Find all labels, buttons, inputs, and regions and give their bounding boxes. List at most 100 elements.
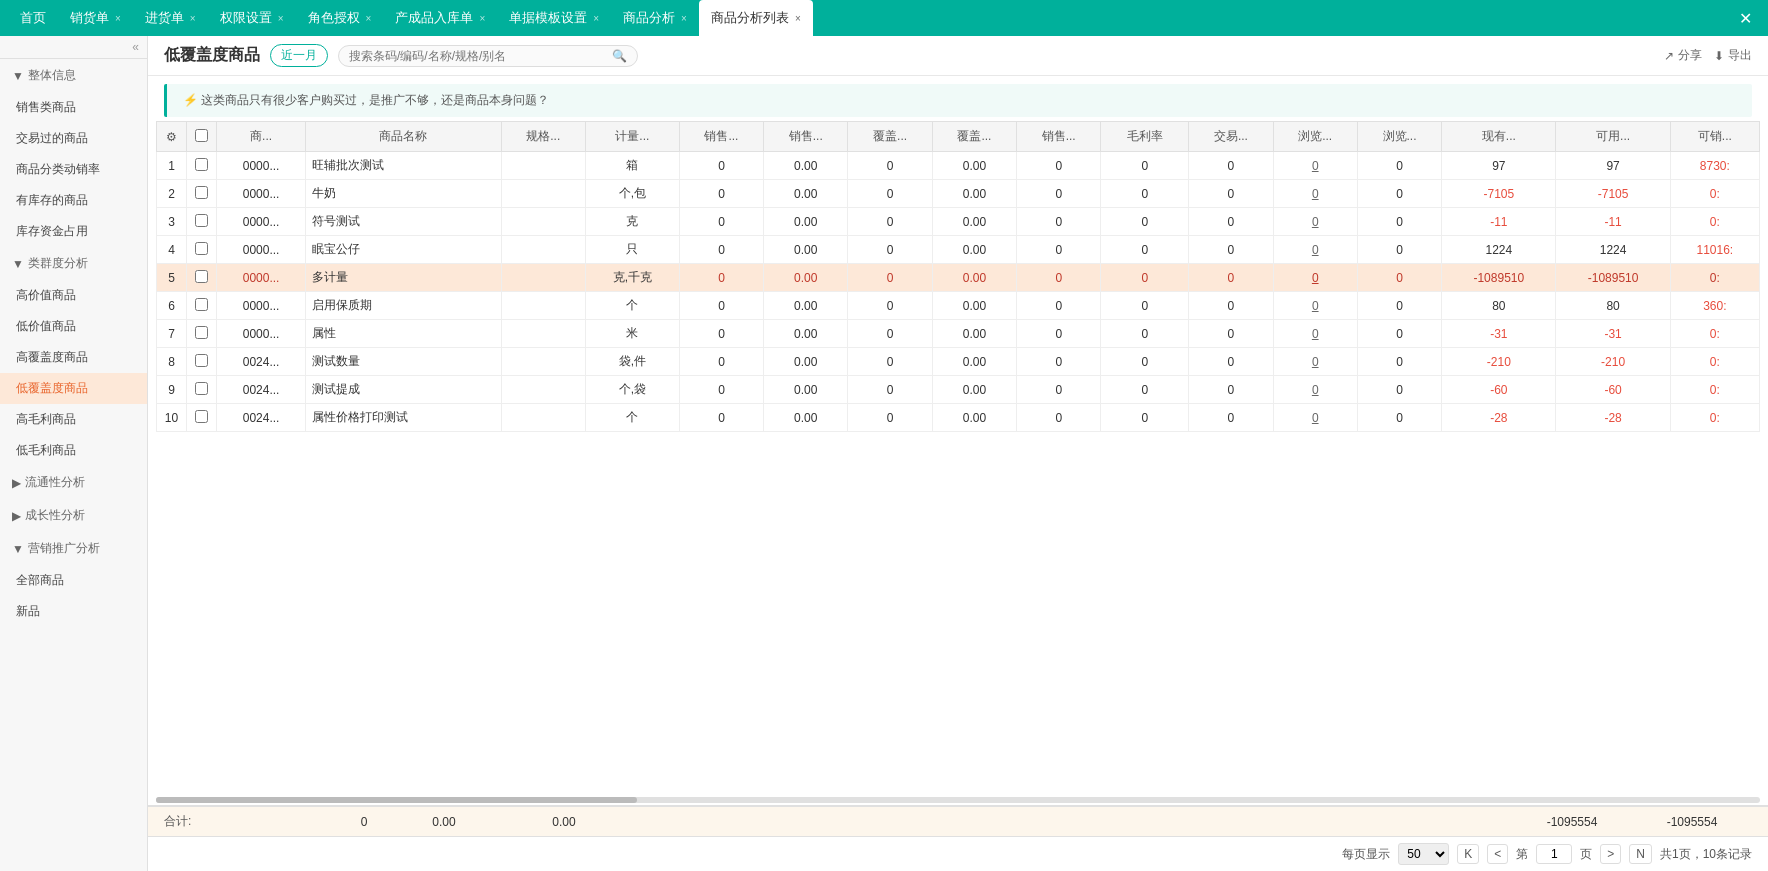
close-icon[interactable]: ×: [795, 13, 801, 24]
nav-tab-home[interactable]: 首页: [8, 0, 58, 36]
table-cell: 0: [1101, 404, 1189, 432]
page-size-select[interactable]: 50 20 100: [1398, 843, 1449, 865]
scrollbar-thumb[interactable]: [156, 797, 637, 803]
row-checkbox[interactable]: [195, 270, 208, 283]
sidebar-item-high-coverage[interactable]: 高覆盖度商品: [0, 342, 147, 373]
search-input[interactable]: [349, 49, 606, 63]
row-checkbox[interactable]: [195, 326, 208, 339]
close-icon[interactable]: ×: [593, 13, 599, 24]
close-icon[interactable]: ×: [366, 13, 372, 24]
table-cell: [187, 208, 217, 236]
sidebar-item-stock-goods[interactable]: 有库存的商品: [0, 185, 147, 216]
row-checkbox[interactable]: [195, 382, 208, 395]
table-cell: 个: [585, 292, 679, 320]
row-checkbox[interactable]: [195, 354, 208, 367]
sidebar-section-circulation[interactable]: ▶ 流通性分析: [0, 466, 147, 499]
table-cell[interactable]: 0: [1273, 320, 1357, 348]
sidebar-item-low-value[interactable]: 低价值商品: [0, 311, 147, 342]
sidebar-item-category-sales-rate[interactable]: 商品分类动销率: [0, 154, 147, 185]
col-checkbox-all[interactable]: [187, 122, 217, 152]
sidebar-item-stock-fund[interactable]: 库存资金占用: [0, 216, 147, 247]
table-cell[interactable]: 0: [1273, 180, 1357, 208]
table-row[interactable]: 10000...旺辅批次测试箱00.0000.000000097978730:: [157, 152, 1760, 180]
nav-tab-template[interactable]: 单据模板设置 ×: [497, 0, 611, 36]
sidebar-item-traded-goods[interactable]: 交易过的商品: [0, 123, 147, 154]
sidebar-section-growth[interactable]: ▶ 成长性分析: [0, 499, 147, 532]
table-cell: 8730:: [1670, 152, 1759, 180]
nav-tab-roles[interactable]: 角色授权 ×: [296, 0, 384, 36]
close-icon[interactable]: ×: [115, 13, 121, 24]
export-button[interactable]: ⬇ 导出: [1714, 47, 1752, 64]
prev-page-button[interactable]: <: [1487, 844, 1508, 864]
close-icon[interactable]: ×: [190, 13, 196, 24]
row-checkbox[interactable]: [195, 214, 208, 227]
table-cell: 0.00: [932, 348, 1016, 376]
sidebar-item-high-margin[interactable]: 高毛利商品: [0, 404, 147, 435]
sidebar-item-new-goods[interactable]: 新品: [0, 596, 147, 627]
table-cell: 0: [848, 208, 932, 236]
sidebar-section-overall[interactable]: ▼ 整体信息: [0, 59, 147, 92]
table-cell: 0.00: [764, 236, 848, 264]
table-container[interactable]: ⚙ 商... 商品名称 规格... 计量... 销售... 销售... 覆盖..…: [148, 121, 1768, 795]
table-cell[interactable]: 0: [1273, 376, 1357, 404]
table-row[interactable]: 20000...牛奶个,包00.0000.0000000-7105-71050:: [157, 180, 1760, 208]
table-cell: 0: [1101, 152, 1189, 180]
sidebar-section-marketing[interactable]: ▼ 营销推广分析: [0, 532, 147, 565]
table-cell: 个,包: [585, 180, 679, 208]
sidebar-item-high-value[interactable]: 高价值商品: [0, 280, 147, 311]
nav-tab-sales[interactable]: 销货单 ×: [58, 0, 133, 36]
table-row[interactable]: 50000...多计量克,千克00.0000.0000000-1089510-1…: [157, 264, 1760, 292]
page-number-input[interactable]: [1536, 844, 1572, 864]
window-close-button[interactable]: ✕: [1731, 9, 1760, 28]
row-checkbox[interactable]: [195, 242, 208, 255]
last-page-button[interactable]: N: [1629, 844, 1652, 864]
table-cell: 0: [1357, 236, 1441, 264]
table-row[interactable]: 80024...测试数量袋,件00.0000.0000000-210-2100:: [157, 348, 1760, 376]
date-filter-button[interactable]: 近一月: [270, 44, 328, 67]
next-page-button[interactable]: >: [1600, 844, 1621, 864]
pagination-bar: 每页显示 50 20 100 K < 第 页 > N 共1页，10条记录: [148, 836, 1768, 871]
col-settings[interactable]: ⚙: [157, 122, 187, 152]
table-cell: 牛奶: [306, 180, 501, 208]
table-cell[interactable]: 0: [1273, 404, 1357, 432]
table-cell[interactable]: 0: [1273, 236, 1357, 264]
sidebar-item-sales-goods[interactable]: 销售类商品: [0, 92, 147, 123]
table-cell: 0.00: [764, 348, 848, 376]
close-icon[interactable]: ×: [479, 13, 485, 24]
row-checkbox[interactable]: [195, 298, 208, 311]
row-checkbox[interactable]: [195, 186, 208, 199]
row-checkbox[interactable]: [195, 410, 208, 423]
table-row[interactable]: 90024...测试提成个,袋00.0000.0000000-60-600:: [157, 376, 1760, 404]
table-row[interactable]: 100024...属性价格打印测试个00.0000.0000000-28-280…: [157, 404, 1760, 432]
search-icon[interactable]: 🔍: [612, 49, 627, 63]
sidebar-item-low-margin[interactable]: 低毛利商品: [0, 435, 147, 466]
nav-tab-purchase[interactable]: 进货单 ×: [133, 0, 208, 36]
close-icon[interactable]: ×: [278, 13, 284, 24]
sidebar-item-low-coverage[interactable]: 低覆盖度商品: [0, 373, 147, 404]
table-row[interactable]: 70000...属性米00.0000.0000000-31-310:: [157, 320, 1760, 348]
sidebar-section-cluster[interactable]: ▼ 类群度分析: [0, 247, 147, 280]
sidebar-collapse-button[interactable]: «: [0, 36, 147, 59]
sidebar-item-all-goods[interactable]: 全部商品: [0, 565, 147, 596]
table-cell: 0.00: [932, 264, 1016, 292]
table-cell[interactable]: 0: [1273, 152, 1357, 180]
close-icon[interactable]: ×: [681, 13, 687, 24]
select-all-checkbox[interactable]: [195, 129, 208, 142]
table-row[interactable]: 60000...启用保质期个00.0000.00000008080360:: [157, 292, 1760, 320]
nav-tab-analysis-list[interactable]: 商品分析列表 ×: [699, 0, 813, 36]
table-row[interactable]: 40000...眠宝公仔只00.0000.0000000122412241101…: [157, 236, 1760, 264]
table-cell[interactable]: 0: [1273, 264, 1357, 292]
horizontal-scrollbar[interactable]: [156, 797, 1760, 803]
table-cell[interactable]: 0: [1273, 292, 1357, 320]
row-checkbox[interactable]: [195, 158, 208, 171]
nav-tab-permissions[interactable]: 权限设置 ×: [208, 0, 296, 36]
share-button[interactable]: ↗ 分享: [1664, 47, 1702, 64]
nav-tab-analysis[interactable]: 商品分析 ×: [611, 0, 699, 36]
table-cell[interactable]: 0: [1273, 208, 1357, 236]
info-banner: ⚡ 这类商品只有很少客户购买过，是推广不够，还是商品本身问题？: [164, 84, 1752, 117]
table-cell[interactable]: 0: [1273, 348, 1357, 376]
first-page-button[interactable]: K: [1457, 844, 1479, 864]
nav-tab-production[interactable]: 产成品入库单 ×: [383, 0, 497, 36]
table-cell: 0: [1101, 264, 1189, 292]
table-row[interactable]: 30000...符号测试克00.0000.0000000-11-110:: [157, 208, 1760, 236]
